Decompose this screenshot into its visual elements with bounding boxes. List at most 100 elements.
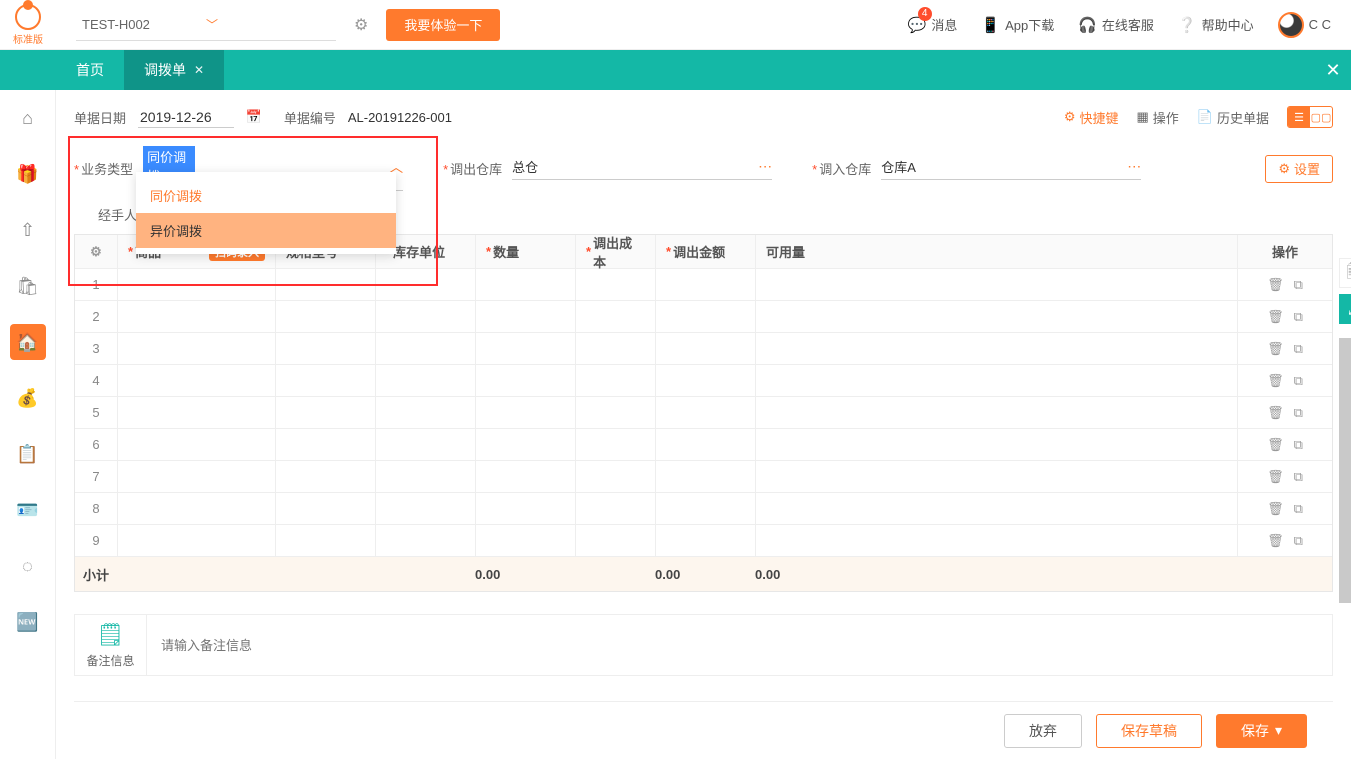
more-icon: ⋯ bbox=[1127, 158, 1141, 175]
table-row[interactable]: 3🗑⧉ bbox=[75, 333, 1332, 365]
delete-icon[interactable]: 🗑 bbox=[1267, 277, 1284, 293]
gear-icon[interactable]: ⚙ bbox=[354, 15, 368, 35]
copy-icon[interactable]: ⧉ bbox=[1294, 405, 1303, 421]
table-subtotal: 小计 0.00 0.00 0.00 bbox=[75, 557, 1332, 591]
float-note-icon[interactable]: 🗐 bbox=[1339, 258, 1351, 288]
save-button[interactable]: 保存 ▾ bbox=[1216, 714, 1307, 748]
field-row-1: *业务类型 同价调拨 ︿ 同价调拨 异价调拨 *调出仓库 总仓 ⋯ bbox=[74, 146, 1333, 191]
chevron-down-icon: ﹀ bbox=[206, 16, 330, 33]
delete-icon[interactable]: 🗑 bbox=[1267, 437, 1284, 453]
save-draft-button[interactable]: 保存草稿 bbox=[1096, 714, 1202, 748]
settings-button[interactable]: ⚙ 设置 bbox=[1265, 155, 1333, 183]
copy-icon[interactable]: ⧉ bbox=[1294, 309, 1303, 325]
delete-icon[interactable]: 🗑 bbox=[1267, 373, 1284, 389]
app-download-button[interactable]: 📱 App下载 bbox=[981, 15, 1054, 34]
col-avail: 可用量 bbox=[755, 235, 1237, 268]
delete-icon[interactable]: 🗑 bbox=[1267, 309, 1284, 325]
nav-house-icon[interactable]: ⇧ bbox=[10, 212, 46, 248]
copy-icon[interactable]: ⧉ bbox=[1294, 341, 1303, 357]
table-row[interactable]: 8🗑⧉ bbox=[75, 493, 1332, 525]
copy-icon[interactable]: ⧉ bbox=[1294, 533, 1303, 549]
list-view-icon[interactable]: ☰ bbox=[1288, 107, 1310, 127]
nav-money-icon[interactable]: 💰 bbox=[10, 380, 46, 416]
nav-gift-icon[interactable]: 🎁 bbox=[10, 156, 46, 192]
table-row[interactable]: 1🗑⧉ bbox=[75, 269, 1332, 301]
messages-button[interactable]: 💬 4 消息 bbox=[908, 15, 958, 34]
history-button[interactable]: 📄历史单据 bbox=[1197, 108, 1269, 127]
table-row[interactable]: 7🗑⧉ bbox=[75, 461, 1332, 493]
more-icon: ⋯ bbox=[758, 158, 772, 175]
out-warehouse-select[interactable]: 总仓 ⋯ bbox=[512, 157, 772, 180]
tabbar: 首页 调拨单 ✕ ✕ bbox=[0, 50, 1351, 90]
copy-icon[interactable]: ⧉ bbox=[1294, 469, 1303, 485]
nav-new-icon[interactable]: 🆕 bbox=[10, 604, 46, 640]
nav-clipboard-icon[interactable]: 📋 bbox=[10, 436, 46, 472]
float-expand-icon[interactable]: ⤢ bbox=[1339, 294, 1351, 324]
shortcut-button[interactable]: ⚙快捷键 bbox=[1064, 108, 1119, 127]
note-icon: 🗒 bbox=[97, 622, 125, 648]
doc-header: 单据日期 2019-12-26 📅 单据编号 AL-20191226-001 ⚙… bbox=[74, 106, 1333, 128]
try-button[interactable]: 我要体验一下 bbox=[386, 9, 500, 41]
date-label: 单据日期 bbox=[74, 108, 126, 127]
card-view-icon[interactable]: ▢▢ bbox=[1310, 107, 1332, 127]
date-value[interactable]: 2019-12-26 bbox=[138, 107, 234, 128]
discard-button[interactable]: 放弃 bbox=[1004, 714, 1082, 748]
remark-section: 🗒 备注信息 bbox=[74, 614, 1333, 676]
dropdown-option-diff-price[interactable]: 异价调拨 bbox=[136, 213, 396, 248]
delete-icon[interactable]: 🗑 bbox=[1267, 533, 1284, 549]
remark-label: 🗒 备注信息 bbox=[75, 615, 147, 675]
tab-home[interactable]: 首页 bbox=[56, 50, 124, 90]
in-warehouse-select[interactable]: 仓库A ⋯ bbox=[881, 157, 1141, 180]
nav-bag-icon[interactable]: 🛍 bbox=[10, 268, 46, 304]
delete-icon[interactable]: 🗑 bbox=[1267, 469, 1284, 485]
phone-icon: 📱 bbox=[981, 16, 1000, 34]
table-row[interactable]: 6🗑⧉ bbox=[75, 429, 1332, 461]
gear-icon: ⚙ bbox=[1278, 161, 1290, 177]
copy-icon[interactable]: ⧉ bbox=[1294, 501, 1303, 517]
table-row[interactable]: 4🗑⧉ bbox=[75, 365, 1332, 397]
gear-icon: ⚙ bbox=[1064, 109, 1076, 125]
table-row[interactable]: 5🗑⧉ bbox=[75, 397, 1332, 429]
grid-icon: ▦ bbox=[1136, 109, 1148, 125]
copy-icon[interactable]: ⧉ bbox=[1294, 437, 1303, 453]
delete-icon[interactable]: 🗑 bbox=[1267, 405, 1284, 421]
sidebar: ⌂ 🎁 ⇧ 🛍 🏠 💰 📋 🪪 ◌ 🆕 bbox=[0, 90, 56, 759]
logo: 标准版 bbox=[0, 4, 56, 46]
nav-sync-icon[interactable]: ◌ bbox=[10, 548, 46, 584]
close-all-tabs[interactable]: ✕ bbox=[1315, 50, 1351, 90]
nav-warehouse-icon[interactable]: 🏠 bbox=[10, 324, 46, 360]
copy-icon[interactable]: ⧉ bbox=[1294, 277, 1303, 293]
table-gear-icon[interactable]: ⚙ bbox=[75, 244, 117, 260]
logo-subtitle: 标准版 bbox=[13, 31, 43, 46]
table-row[interactable]: 9🗑⧉ bbox=[75, 525, 1332, 557]
delete-icon[interactable]: 🗑 bbox=[1267, 341, 1284, 357]
delete-icon[interactable]: 🗑 bbox=[1267, 501, 1284, 517]
biztype-field: *业务类型 同价调拨 ︿ 同价调拨 异价调拨 bbox=[74, 146, 403, 191]
nav-contact-icon[interactable]: 🪪 bbox=[10, 492, 46, 528]
copy-icon[interactable]: ⧉ bbox=[1294, 373, 1303, 389]
ops-button[interactable]: ▦操作 bbox=[1136, 108, 1178, 127]
side-floaters: 🗐 ⤢ bbox=[1339, 258, 1351, 324]
shop-selector[interactable]: TEST-H002 ﹀ bbox=[76, 9, 336, 41]
logo-icon bbox=[15, 4, 41, 30]
table-row[interactable]: 2🗑⧉ bbox=[75, 301, 1332, 333]
view-toggle[interactable]: ☰ ▢▢ bbox=[1287, 106, 1333, 128]
footer: 放弃 保存草稿 保存 ▾ bbox=[74, 701, 1333, 759]
topbar-right: 💬 4 消息 📱 App下载 🎧 在线客服 ❔ 帮助中心 C C bbox=[908, 12, 1331, 38]
support-button[interactable]: 🎧 在线客服 bbox=[1078, 15, 1154, 34]
nav-home-icon[interactable]: ⌂ bbox=[10, 100, 46, 136]
tab-transfer[interactable]: 调拨单 ✕ bbox=[124, 50, 224, 90]
help-icon: ❔ bbox=[1178, 16, 1197, 34]
scrollbar[interactable] bbox=[1339, 338, 1351, 603]
calendar-icon[interactable]: 📅 bbox=[246, 109, 262, 125]
remark-input[interactable] bbox=[147, 638, 1332, 653]
biztype-dropdown: 同价调拨 异价调拨 bbox=[136, 172, 396, 254]
msg-badge: 4 bbox=[918, 7, 932, 21]
docno-label: 单据编号 bbox=[284, 108, 336, 127]
close-icon[interactable]: ✕ bbox=[194, 63, 204, 77]
user-menu[interactable]: C C bbox=[1278, 12, 1331, 38]
help-button[interactable]: ❔ 帮助中心 bbox=[1178, 15, 1254, 34]
headset-icon: 🎧 bbox=[1078, 16, 1097, 34]
dropdown-option-same-price[interactable]: 同价调拨 bbox=[136, 178, 396, 213]
items-table: ⚙ *商品扫码录入 规格型号 *库存单位 *数量 *调出成本 *调出金额 可用量… bbox=[74, 234, 1333, 592]
